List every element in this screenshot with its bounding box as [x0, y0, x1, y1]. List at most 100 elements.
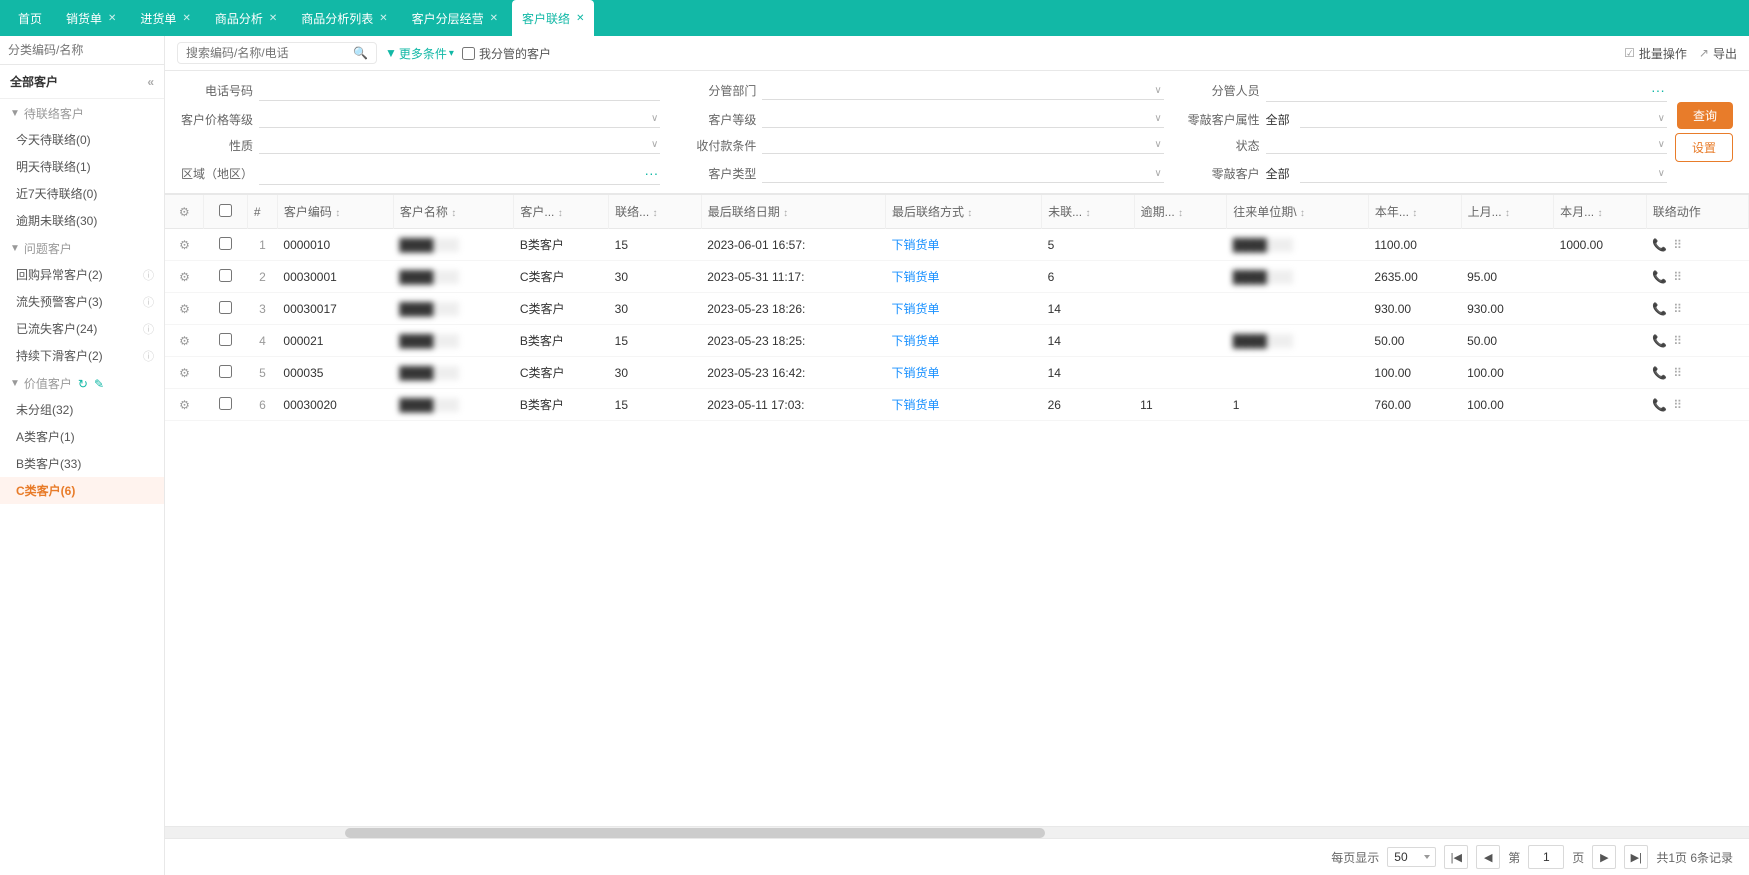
row-checkbox-cell[interactable] — [204, 229, 247, 261]
col-header-last-month[interactable]: 上月... ↕ — [1461, 195, 1554, 229]
row-last-contact-method[interactable]: 下销货单 — [885, 389, 1041, 421]
nav-item-customer-contact[interactable]: 客户联络 ✕ — [512, 0, 594, 36]
close-icon[interactable]: ✕ — [182, 13, 190, 24]
horizontal-scrollbar[interactable] — [165, 826, 1749, 838]
close-icon[interactable]: ✕ — [490, 13, 498, 24]
col-header-type[interactable]: 客户... ↕ — [514, 195, 609, 229]
phone-action-icon[interactable]: 📞 — [1652, 334, 1667, 348]
filter-person-field[interactable]: ··· — [1266, 79, 1667, 102]
refresh-icon[interactable]: ↻ — [78, 377, 88, 391]
filter-phone-input[interactable] — [261, 83, 658, 97]
sidebar-search-input[interactable] — [8, 43, 163, 57]
more-action-icon[interactable]: ⠿ — [1673, 334, 1682, 348]
row-gear[interactable]: ⚙ — [165, 389, 204, 421]
last-contact-method-link[interactable]: 下销货单 — [891, 366, 939, 380]
sidebar-item-declining[interactable]: 持续下滑客户(2) ⓘ — [0, 342, 164, 369]
sidebar-item-churn-warning[interactable]: 流失预警客户(3) ⓘ — [0, 288, 164, 315]
nav-item-analysis[interactable]: 商品分析 ✕ — [205, 0, 287, 36]
phone-action-icon[interactable]: 📞 — [1652, 398, 1667, 412]
row-gear[interactable]: ⚙ — [165, 357, 204, 389]
search-icon[interactable]: 🔍 — [353, 46, 368, 60]
row-actions[interactable]: 📞 ⠿ — [1646, 293, 1748, 325]
edit-icon[interactable]: ✎ — [94, 377, 104, 391]
scrollbar-thumb[interactable] — [345, 828, 1045, 838]
last-contact-method-link[interactable]: 下销货单 — [891, 270, 939, 284]
row-checkbox[interactable] — [219, 237, 232, 250]
sidebar-all-customers[interactable]: 全部客户 « — [0, 65, 164, 99]
row-actions[interactable]: 📞 ⠿ — [1646, 229, 1748, 261]
col-header-this-year[interactable]: 本年... ↕ — [1368, 195, 1461, 229]
filter-phone-field[interactable] — [259, 80, 660, 101]
filter-retail-customer-select[interactable]: ∨ — [1300, 165, 1667, 183]
col-header-this-month[interactable]: 本月... ↕ — [1554, 195, 1647, 229]
sidebar-item-ungrouped[interactable]: 未分组(32) — [0, 396, 164, 423]
more-action-icon[interactable]: ⠿ — [1673, 302, 1682, 316]
gear-column-header[interactable]: ⚙ — [165, 195, 204, 229]
nav-item-customer-tier[interactable]: 客户分层经营 ✕ — [402, 0, 508, 36]
dots-icon[interactable]: ··· — [644, 165, 658, 181]
row-checkbox[interactable] — [219, 269, 232, 282]
row-gear[interactable]: ⚙ — [165, 229, 204, 261]
row-last-contact-method[interactable]: 下销货单 — [885, 293, 1041, 325]
next-page-btn[interactable]: ▶ — [1592, 845, 1616, 869]
first-page-btn[interactable]: |◀ — [1444, 845, 1468, 869]
col-header-last-contact-date[interactable]: 最后联络日期 ↕ — [701, 195, 885, 229]
sidebar-item-class-c[interactable]: C类客户(6) — [0, 477, 164, 504]
last-contact-method-link[interactable]: 下销货单 — [891, 302, 939, 316]
batch-operation-btn[interactable]: ☑ 批量操作 — [1624, 45, 1687, 62]
col-header-no-contact[interactable]: 未联... ↕ — [1042, 195, 1135, 229]
search-box[interactable]: 🔍 — [177, 42, 377, 64]
col-header-last-contact-method[interactable]: 最后联络方式 ↕ — [885, 195, 1041, 229]
sidebar-item-class-b[interactable]: B类客户(33) — [0, 450, 164, 477]
row-checkbox-cell[interactable] — [204, 357, 247, 389]
filter-price-grade-select[interactable]: ∨ — [259, 110, 660, 128]
more-action-icon[interactable]: ⠿ — [1673, 366, 1682, 380]
filter-dept-select[interactable]: ∨ — [762, 82, 1163, 100]
row-checkbox-cell[interactable] — [204, 325, 247, 357]
sidebar-item-churned[interactable]: 已流失客户(24) ⓘ — [0, 315, 164, 342]
sidebar-item-repurchase-abnormal[interactable]: 回购异常客户(2) ⓘ — [0, 261, 164, 288]
row-actions[interactable]: 📞 ⠿ — [1646, 325, 1748, 357]
dots-icon[interactable]: ··· — [1651, 82, 1665, 98]
row-gear[interactable]: ⚙ — [165, 325, 204, 357]
per-page-select[interactable]: 50 100 200 — [1387, 847, 1436, 867]
row-last-contact-method[interactable]: 下销货单 — [885, 357, 1041, 389]
col-header-unit-amount[interactable]: 往来单位期\ ↕ — [1227, 195, 1369, 229]
row-checkbox-cell[interactable] — [204, 261, 247, 293]
my-customers-checkbox-label[interactable]: 我分管的客户 — [462, 45, 551, 62]
my-customers-checkbox[interactable] — [462, 47, 475, 60]
filter-customer-type-select[interactable]: ∨ — [762, 165, 1163, 183]
row-checkbox[interactable] — [219, 333, 232, 346]
nav-item-home[interactable]: 首页 — [8, 0, 52, 36]
sidebar-item-tomorrow[interactable]: 明天待联络(1) — [0, 153, 164, 180]
row-checkbox-cell[interactable] — [204, 293, 247, 325]
sidebar-item-7days[interactable]: 近7天待联络(0) — [0, 180, 164, 207]
row-gear[interactable]: ⚙ — [165, 293, 204, 325]
nav-item-sales[interactable]: 销货单 ✕ — [56, 0, 126, 36]
close-icon[interactable]: ✕ — [576, 13, 584, 24]
more-conditions-btn[interactable]: ▼ 更多条件 ▾ — [385, 45, 454, 62]
more-action-icon[interactable]: ⠿ — [1673, 270, 1682, 284]
prev-page-btn[interactable]: ◀ — [1476, 845, 1500, 869]
close-icon[interactable]: ✕ — [379, 13, 387, 24]
phone-action-icon[interactable]: 📞 — [1652, 238, 1667, 252]
query-button[interactable]: 查询 — [1677, 102, 1733, 129]
nav-item-purchase[interactable]: 进货单 ✕ — [130, 0, 200, 36]
sidebar-item-overdue[interactable]: 逾期未联络(30) — [0, 207, 164, 234]
nav-item-analysis-list[interactable]: 商品分析列表 ✕ — [291, 0, 397, 36]
row-actions[interactable]: 📞 ⠿ — [1646, 357, 1748, 389]
row-checkbox[interactable] — [219, 301, 232, 314]
row-gear[interactable]: ⚙ — [165, 261, 204, 293]
col-header-overdue[interactable]: 逾期... ↕ — [1134, 195, 1227, 229]
select-all-checkbox[interactable] — [219, 204, 232, 217]
last-contact-method-link[interactable]: 下销货单 — [891, 398, 939, 412]
filter-retail-attr-select[interactable]: ∨ — [1300, 110, 1667, 128]
last-contact-method-link[interactable]: 下销货单 — [891, 238, 939, 252]
more-action-icon[interactable]: ⠿ — [1673, 398, 1682, 412]
last-contact-method-link[interactable]: 下销货单 — [891, 334, 939, 348]
filter-region-field[interactable]: ··· — [259, 162, 660, 185]
search-input[interactable] — [186, 46, 349, 60]
row-last-contact-method[interactable]: 下销货单 — [885, 229, 1041, 261]
sidebar-item-class-a[interactable]: A类客户(1) — [0, 423, 164, 450]
row-checkbox[interactable] — [219, 365, 232, 378]
